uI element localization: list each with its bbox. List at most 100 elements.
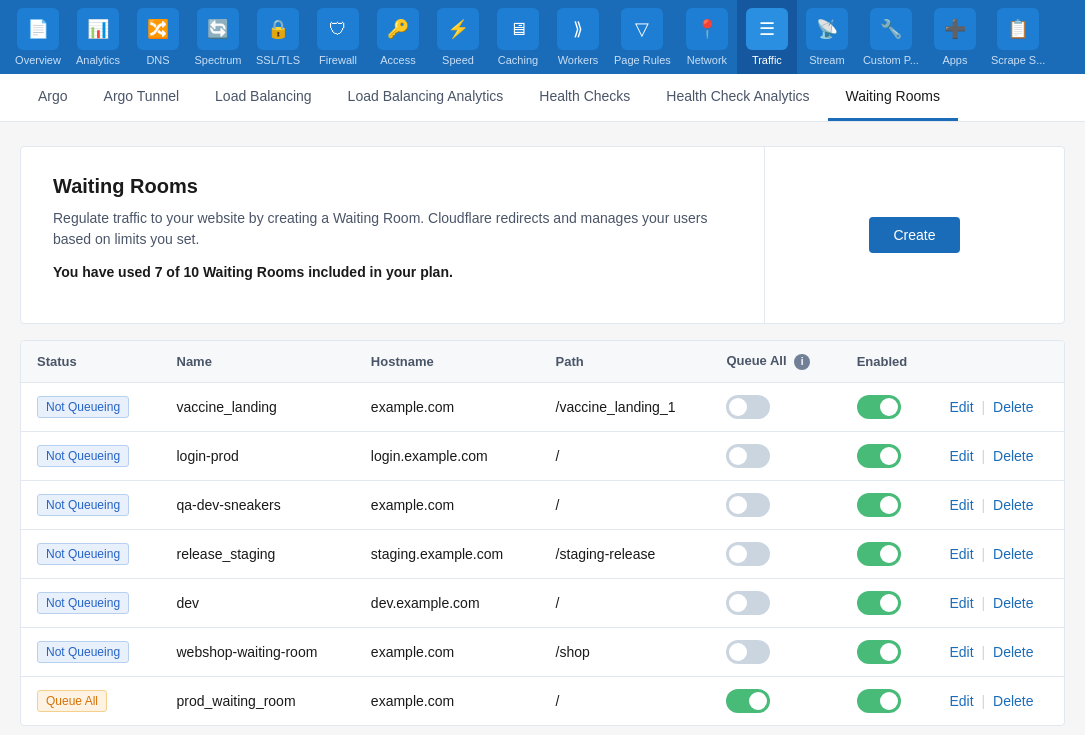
edit-button[interactable]: Edit (950, 448, 974, 464)
edit-button[interactable]: Edit (950, 595, 974, 611)
cell-name: prod_waiting_room (161, 677, 355, 726)
nav-item-overview[interactable]: 📄 Overview (8, 0, 68, 74)
cell-enabled (841, 677, 934, 726)
nav-item-caching[interactable]: 🖥 Caching (488, 0, 548, 74)
sub-nav: ArgoArgo TunnelLoad BalancingLoad Balanc… (0, 74, 1085, 122)
sub-nav-item-argo-tunnel[interactable]: Argo Tunnel (86, 74, 198, 121)
nav-label-workers: Workers (558, 54, 599, 66)
table-row: Not Queueing qa-dev-sneakers example.com… (21, 481, 1064, 530)
nav-label-access: Access (380, 54, 415, 66)
cell-actions: Edit | Delete (934, 677, 1065, 726)
queue-all-toggle[interactable] (726, 444, 770, 468)
status-badge: Not Queueing (37, 494, 129, 516)
queue-all-toggle[interactable] (726, 640, 770, 664)
table-row: Queue All prod_waiting_room example.com … (21, 677, 1064, 726)
header-card-right: Create (764, 147, 1064, 323)
enabled-slider (857, 591, 901, 615)
nav-item-analytics[interactable]: 📊 Analytics (68, 0, 128, 74)
queue-all-slider (726, 542, 770, 566)
edit-button[interactable]: Edit (950, 693, 974, 709)
table-header-row: Status Name Hostname Path Queue All i En… (21, 341, 1064, 383)
nav-label-dns: DNS (146, 54, 169, 66)
nav-icon-custom-p: 🔧 (870, 8, 912, 50)
cell-actions: Edit | Delete (934, 579, 1065, 628)
col-hostname: Hostname (355, 341, 540, 383)
sub-nav-item-waiting-rooms[interactable]: Waiting Rooms (828, 74, 958, 121)
plan-message: You have used 7 of 10 Waiting Rooms incl… (53, 262, 732, 283)
nav-label-scrape-s: Scrape S... (991, 54, 1045, 66)
edit-button[interactable]: Edit (950, 644, 974, 660)
queue-all-toggle[interactable] (726, 493, 770, 517)
sub-nav-item-load-balancing-analytics[interactable]: Load Balancing Analytics (330, 74, 522, 121)
delete-button[interactable]: Delete (993, 644, 1033, 660)
nav-item-spectrum[interactable]: 🔄 Spectrum (188, 0, 248, 74)
nav-item-speed[interactable]: ⚡ Speed (428, 0, 488, 74)
nav-item-apps[interactable]: ➕ Apps (925, 0, 985, 74)
nav-label-stream: Stream (809, 54, 844, 66)
enabled-toggle[interactable] (857, 395, 901, 419)
cell-hostname: example.com (355, 383, 540, 432)
create-button[interactable]: Create (869, 217, 959, 253)
delete-button[interactable]: Delete (993, 497, 1033, 513)
delete-button[interactable]: Delete (993, 546, 1033, 562)
nav-item-ssl-tls[interactable]: 🔒 SSL/TLS (248, 0, 308, 74)
nav-item-network[interactable]: 📍 Network (677, 0, 737, 74)
queue-all-info-icon[interactable]: i (794, 354, 810, 370)
delete-button[interactable]: Delete (993, 448, 1033, 464)
enabled-slider (857, 640, 901, 664)
queue-all-slider (726, 493, 770, 517)
delete-button[interactable]: Delete (993, 399, 1033, 415)
enabled-toggle[interactable] (857, 591, 901, 615)
cell-name: dev (161, 579, 355, 628)
cell-enabled (841, 628, 934, 677)
nav-label-custom-p: Custom P... (863, 54, 919, 66)
nav-item-scrape-s[interactable]: 📋 Scrape S... (985, 0, 1051, 74)
sub-nav-item-load-balancing[interactable]: Load Balancing (197, 74, 330, 121)
edit-button[interactable]: Edit (950, 546, 974, 562)
nav-item-traffic[interactable]: ☰ Traffic (737, 0, 797, 74)
edit-button[interactable]: Edit (950, 399, 974, 415)
queue-all-toggle[interactable] (726, 395, 770, 419)
cell-hostname: example.com (355, 481, 540, 530)
nav-icon-apps: ➕ (934, 8, 976, 50)
enabled-toggle[interactable] (857, 689, 901, 713)
nav-item-page-rules[interactable]: ▽ Page Rules (608, 0, 677, 74)
cell-status: Not Queueing (21, 383, 161, 432)
nav-item-firewall[interactable]: 🛡 Firewall (308, 0, 368, 74)
nav-icon-firewall: 🛡 (317, 8, 359, 50)
nav-item-access[interactable]: 🔑 Access (368, 0, 428, 74)
nav-item-stream[interactable]: 📡 Stream (797, 0, 857, 74)
cell-name: release_staging (161, 530, 355, 579)
queue-all-slider (726, 689, 770, 713)
nav-icon-workers: ⟫ (557, 8, 599, 50)
status-badge: Not Queueing (37, 543, 129, 565)
delete-button[interactable]: Delete (993, 693, 1033, 709)
nav-item-custom-p[interactable]: 🔧 Custom P... (857, 0, 925, 74)
cell-name: webshop-waiting-room (161, 628, 355, 677)
queue-all-toggle[interactable] (726, 591, 770, 615)
cell-queue-all (710, 383, 840, 432)
queue-all-toggle[interactable] (726, 542, 770, 566)
queue-all-toggle[interactable] (726, 689, 770, 713)
action-separator: | (982, 546, 986, 562)
nav-icon-spectrum: 🔄 (197, 8, 239, 50)
enabled-toggle[interactable] (857, 493, 901, 517)
cell-actions: Edit | Delete (934, 530, 1065, 579)
cell-actions: Edit | Delete (934, 432, 1065, 481)
cell-queue-all (710, 677, 840, 726)
edit-button[interactable]: Edit (950, 497, 974, 513)
enabled-toggle[interactable] (857, 640, 901, 664)
enabled-toggle[interactable] (857, 542, 901, 566)
col-name: Name (161, 341, 355, 383)
nav-icon-analytics: 📊 (77, 8, 119, 50)
sub-nav-item-health-check-analytics[interactable]: Health Check Analytics (648, 74, 827, 121)
delete-button[interactable]: Delete (993, 595, 1033, 611)
nav-icon-dns: 🔀 (137, 8, 179, 50)
nav-item-workers[interactable]: ⟫ Workers (548, 0, 608, 74)
enabled-toggle[interactable] (857, 444, 901, 468)
sub-nav-item-argo[interactable]: Argo (20, 74, 86, 121)
nav-item-dns[interactable]: 🔀 DNS (128, 0, 188, 74)
header-card: Waiting Rooms Regulate traffic to your w… (20, 146, 1065, 324)
nav-icon-ssl-tls: 🔒 (257, 8, 299, 50)
sub-nav-item-health-checks[interactable]: Health Checks (521, 74, 648, 121)
